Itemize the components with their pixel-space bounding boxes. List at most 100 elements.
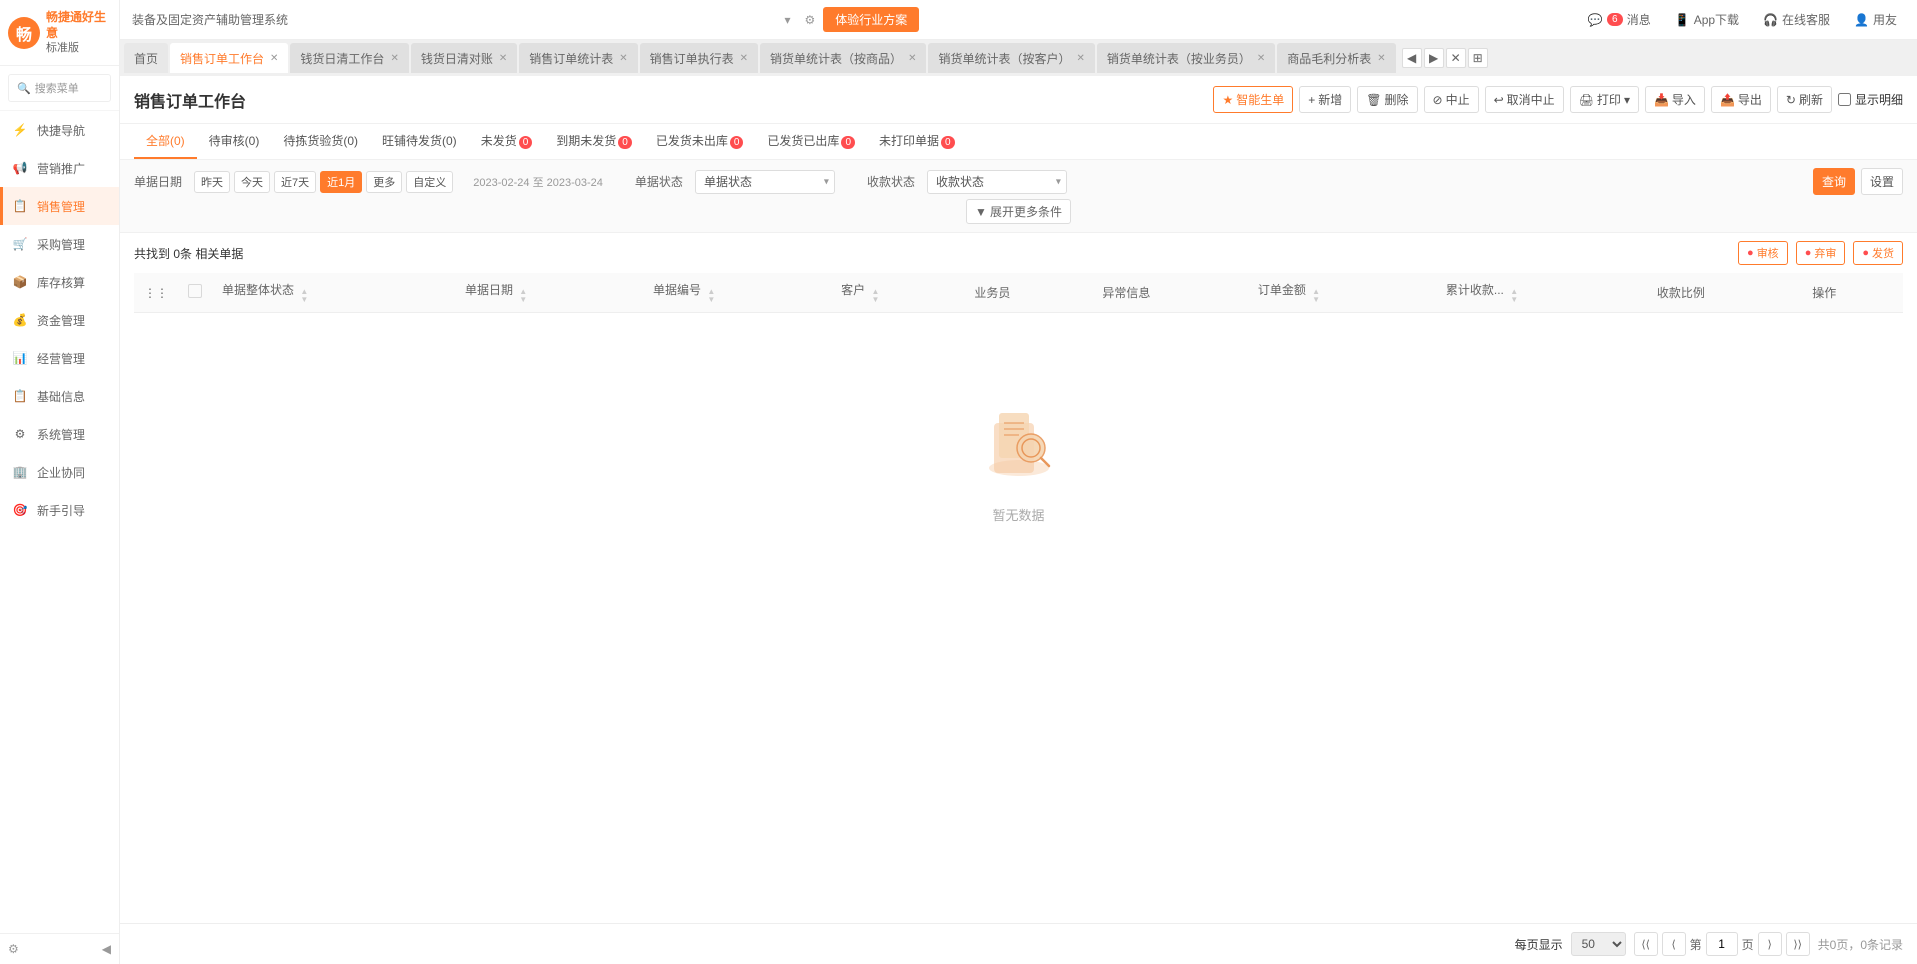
sort-amount-icon[interactable]: ▲▼ <box>1312 288 1320 304</box>
settings-icon[interactable]: ⚙ <box>8 942 19 956</box>
search-btn[interactable]: 查询 <box>1813 168 1855 195</box>
date-btn-custom[interactable]: 自定义 <box>406 171 453 193</box>
sub-tab-pending-review[interactable]: 待审核(0) <box>197 124 272 159</box>
date-btn-7days[interactable]: 近7天 <box>274 171 316 193</box>
sidebar-item-collab[interactable]: 🏢 企业协同 <box>0 453 119 491</box>
page-first-btn[interactable]: ⟨⟨ <box>1634 932 1658 956</box>
online-service-btn[interactable]: 🎧 在线客服 <box>1755 7 1838 32</box>
tab-sales-summary-customer[interactable]: 销货单统计表（按客户） ✕ <box>928 43 1094 73</box>
th-amount: 订单金额 ▲▼ <box>1248 273 1436 313</box>
tab-cash-daily[interactable]: 钱货日清工作台 ✕ <box>290 43 408 73</box>
tab-margin-analysis[interactable]: 商品毛利分析表 ✕ <box>1277 43 1395 73</box>
tab-cash-reconcile[interactable]: 钱货日清对账 ✕ <box>411 43 517 73</box>
logo-area: 畅 畅捷通好生意 标准版 <box>0 0 119 66</box>
tab-sales-workbench[interactable]: 销售订单工作台 ✕ <box>170 43 288 73</box>
sidebar-item-system[interactable]: ⚙ 系统管理 <box>0 415 119 453</box>
service-label: 在线客服 <box>1782 11 1830 28</box>
refresh-btn[interactable]: ↻ 刷新 <box>1777 86 1832 113</box>
stop-btn[interactable]: ⊘ 中止 <box>1424 86 1479 113</box>
approve-btn[interactable]: ● 审核 <box>1738 241 1788 265</box>
page-size-select[interactable]: 10 20 50 100 <box>1571 932 1626 956</box>
add-btn[interactable]: + 新增 <box>1299 86 1351 113</box>
tab-close-icon[interactable]: ✕ <box>1257 53 1265 64</box>
sub-tab-overdue[interactable]: 到期未发货0 <box>544 124 644 159</box>
tab-close-icon[interactable]: ✕ <box>1377 53 1385 64</box>
sidebar-item-ops[interactable]: 📊 经营管理 <box>0 339 119 377</box>
sub-tab-not-shipped[interactable]: 未发货0 <box>469 124 545 159</box>
sidebar-item-basic[interactable]: 📋 基础信息 <box>0 377 119 415</box>
sidebar-item-inventory[interactable]: 📦 库存核算 <box>0 263 119 301</box>
show-detail-input[interactable] <box>1838 93 1851 106</box>
sort-customer-icon[interactable]: ▲▼ <box>871 288 879 304</box>
search-button[interactable]: 🔍 搜索菜单 <box>8 74 111 102</box>
page-next-btn[interactable]: ⟩ <box>1758 932 1782 956</box>
tab-sales-stats[interactable]: 销售订单统计表 ✕ <box>519 43 637 73</box>
sub-tab-pending-inspect[interactable]: 待拣货验货(0) <box>271 124 370 159</box>
date-btn-yesterday[interactable]: 昨天 <box>194 171 230 193</box>
status-select[interactable]: 单据状态 <box>695 170 835 194</box>
tab-cash-daily-label: 钱货日清工作台 <box>300 50 384 67</box>
sub-tab-wangpu-ship[interactable]: 旺铺待发货(0) <box>370 124 469 159</box>
date-btn-1month[interactable]: 近1月 <box>320 171 362 193</box>
tab-close-icon[interactable]: ✕ <box>740 53 748 64</box>
set-btn[interactable]: 设置 <box>1861 168 1903 195</box>
reject-btn[interactable]: ● 弃审 <box>1796 241 1846 265</box>
show-detail-checkbox[interactable]: 显示明细 <box>1838 91 1903 108</box>
print-btn[interactable]: 🖨 打印 ▾ <box>1570 86 1639 113</box>
tab-next-btn[interactable]: ▶ <box>1424 48 1444 68</box>
th-ops: 操作 <box>1802 273 1903 313</box>
check-all-checkbox[interactable] <box>188 284 202 298</box>
purchase-icon: 🛒 <box>11 235 29 253</box>
tab-close-icon[interactable]: ✕ <box>619 53 627 64</box>
dropdown-arrow-icon[interactable]: ▾ <box>784 13 790 27</box>
collapse-icon[interactable]: ◀ <box>102 942 111 956</box>
tab-prev-btn[interactable]: ◀ <box>1402 48 1422 68</box>
date-btn-more[interactable]: 更多 <box>366 171 402 193</box>
sub-tab-shipped-not-out[interactable]: 已发货未出库0 <box>644 124 756 159</box>
sub-tab-not-printed[interactable]: 未打印单据0 <box>867 124 967 159</box>
tab-close-icon[interactable]: ✕ <box>390 53 398 64</box>
tab-close-icon[interactable]: ✕ <box>270 53 278 64</box>
smart-create-btn[interactable]: ★ 智能生单 <box>1213 86 1293 113</box>
user-btn[interactable]: 👤 用友 <box>1846 7 1905 32</box>
sidebar-item-marketing[interactable]: 📢 营销推广 <box>0 149 119 187</box>
tab-home[interactable]: 首页 <box>124 43 168 73</box>
sidebar-item-finance[interactable]: 💰 资金管理 <box>0 301 119 339</box>
tab-close-icon[interactable]: ✕ <box>908 53 916 64</box>
sort-date-icon[interactable]: ▲▼ <box>519 288 527 304</box>
tab-sales-summary-staff[interactable]: 销货单统计表（按业务员） ✕ <box>1097 43 1275 73</box>
page-last-btn[interactable]: ⟩⟩ <box>1786 932 1810 956</box>
message-btn[interactable]: 💬 6 消息 <box>1580 7 1659 32</box>
sub-tab-all[interactable]: 全部(0) <box>134 124 197 159</box>
sort-status-icon[interactable]: ▲▼ <box>300 288 308 304</box>
user-name: 用友 <box>1873 11 1897 28</box>
tab-close-icon[interactable]: ✕ <box>1076 53 1084 64</box>
import-btn[interactable]: 📥 导入 <box>1645 86 1705 113</box>
date-btn-today[interactable]: 今天 <box>234 171 270 193</box>
tab-close-icon[interactable]: ✕ <box>499 53 507 64</box>
sidebar-item-guide[interactable]: 🎯 新手引导 <box>0 491 119 529</box>
sort-collected-icon[interactable]: ▲▼ <box>1510 288 1518 304</box>
cancel-stop-btn[interactable]: ↩ 取消中止 <box>1485 86 1564 113</box>
payment-filter-label: 收款状态 <box>867 173 915 190</box>
app-download-btn[interactable]: 📱 App下载 <box>1667 7 1747 32</box>
ship-btn[interactable]: ● 发货 <box>1853 241 1903 265</box>
sidebar-item-quick-nav[interactable]: ⚡ 快捷导航 <box>0 111 119 149</box>
sub-tab-shipped-out[interactable]: 已发货已出库0 <box>755 124 867 159</box>
sidebar-item-purchase[interactable]: 🛒 采购管理 <box>0 225 119 263</box>
payment-select[interactable]: 收款状态 <box>927 170 1067 194</box>
sidebar-item-sales[interactable]: 📋 销售管理 <box>0 187 119 225</box>
page-input[interactable] <box>1706 932 1738 956</box>
tab-close-all-btn[interactable]: ✕ <box>1446 48 1466 68</box>
tab-expand-btn[interactable]: ⊞ <box>1468 48 1488 68</box>
experience-btn[interactable]: 体验行业方案 <box>823 7 919 32</box>
delete-btn[interactable]: 🗑 删除 <box>1357 86 1417 113</box>
tab-sales-summary-product[interactable]: 销货单统计表（按商品） ✕ <box>760 43 926 73</box>
th-check[interactable] <box>178 273 212 313</box>
export-btn[interactable]: 📤 导出 <box>1711 86 1771 113</box>
sort-number-icon[interactable]: ▲▼ <box>707 288 715 304</box>
page-prev-btn[interactable]: ⟨ <box>1662 932 1686 956</box>
settings-header-icon[interactable]: ⚙ <box>805 13 816 27</box>
expand-more-btn[interactable]: ▼ 展开更多条件 <box>966 199 1071 224</box>
tab-sales-exec[interactable]: 销售订单执行表 ✕ <box>640 43 758 73</box>
